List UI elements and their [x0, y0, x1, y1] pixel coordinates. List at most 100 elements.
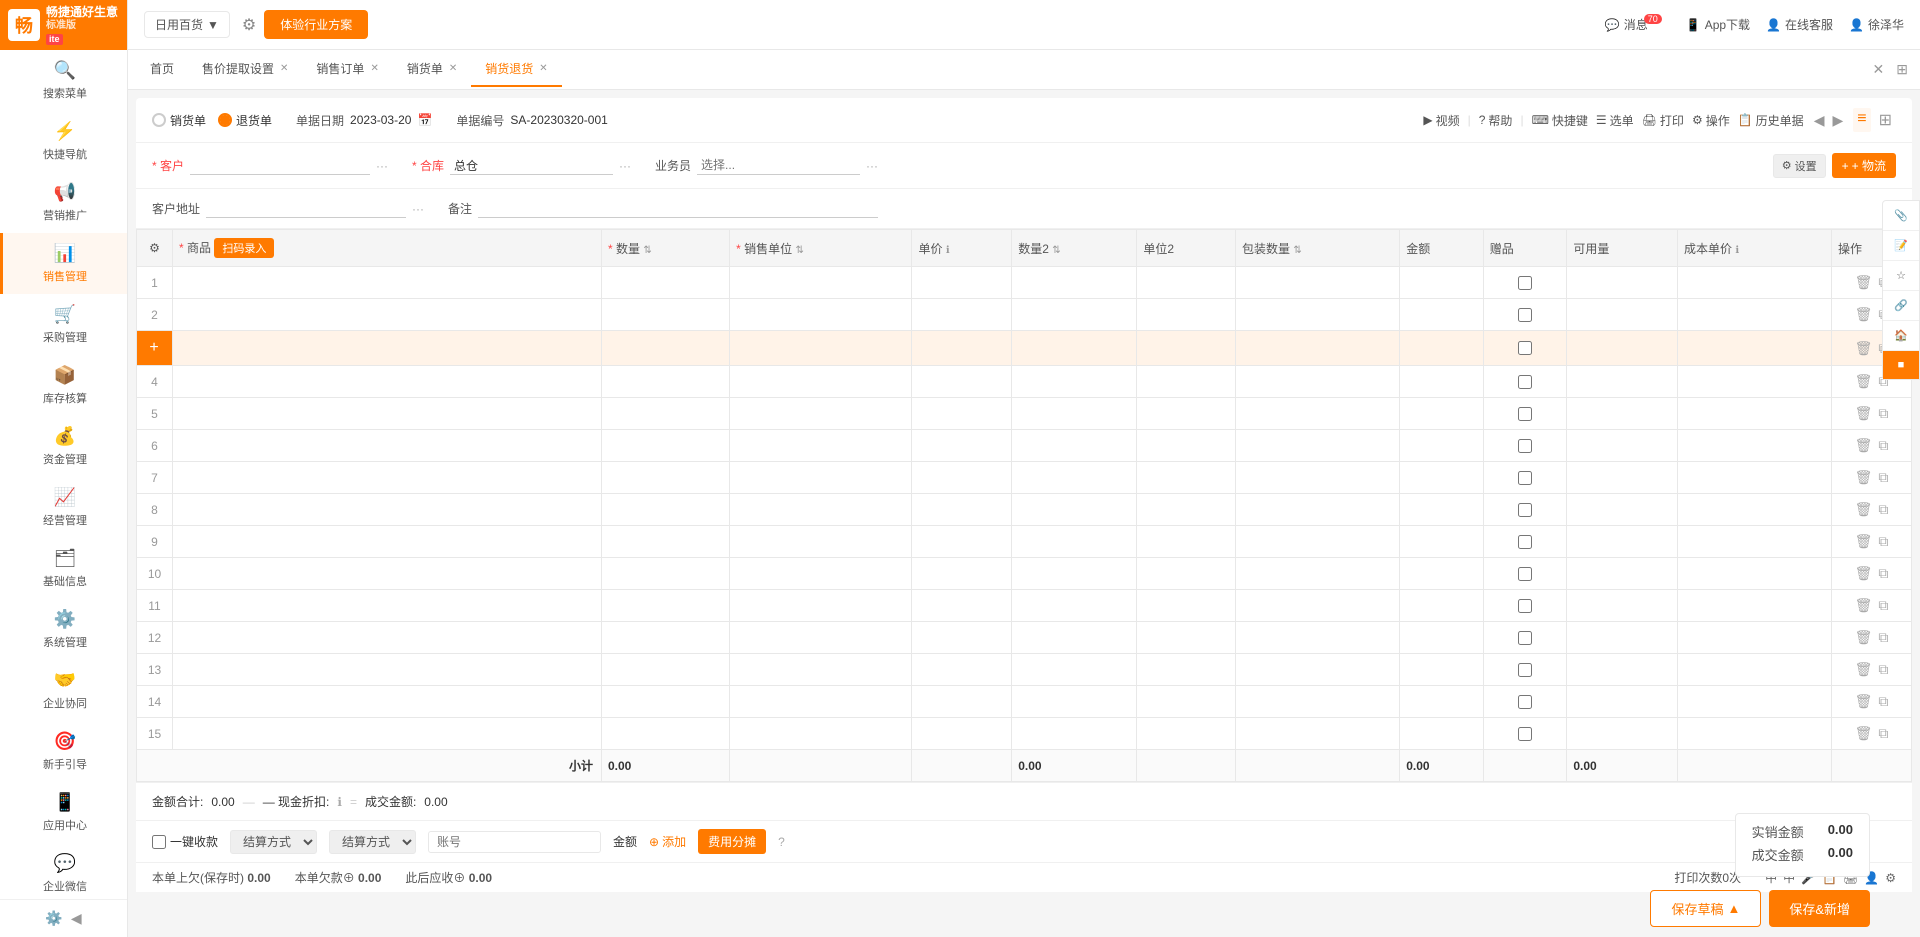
row-product-13[interactable]: [173, 654, 602, 686]
row-quantity2-1[interactable]: [1012, 267, 1137, 299]
row-unit2-5[interactable]: [1137, 398, 1236, 430]
row-cost-price-6[interactable]: [1677, 430, 1831, 462]
row-quantity-2[interactable]: [601, 299, 729, 331]
delete-row-btn-4[interactable]: 🗑: [1855, 373, 1873, 390]
row-cost-price-3[interactable]: [1677, 331, 1831, 366]
copy-row-btn-9[interactable]: ⧉: [1878, 533, 1888, 550]
salesperson-lookup-btn[interactable]: ···: [866, 159, 878, 173]
row-sales-unit-1[interactable]: [730, 267, 912, 299]
sidebar-item-wechat[interactable]: 💬 企业微信: [0, 843, 127, 899]
row-quantity2-8[interactable]: [1012, 494, 1137, 526]
row-quantity-15[interactable]: [601, 718, 729, 750]
delete-row-btn-14[interactable]: 🗑: [1855, 693, 1873, 710]
delete-row-btn-10[interactable]: 🗑: [1855, 565, 1873, 582]
delete-row-btn-7[interactable]: 🗑: [1855, 469, 1873, 486]
row-sales-unit-5[interactable]: [730, 398, 912, 430]
business-type-dropdown[interactable]: 日用百货 ▼: [144, 11, 230, 38]
row-sales-unit-8[interactable]: [730, 494, 912, 526]
row-gift-5[interactable]: [1483, 398, 1567, 430]
expense-split-btn[interactable]: 费用分摊: [698, 829, 766, 854]
row-available-6[interactable]: [1567, 430, 1678, 462]
row-product-11[interactable]: [173, 590, 602, 622]
row-available-11[interactable]: [1567, 590, 1678, 622]
add-payment-btn[interactable]: ⊕ 添加: [649, 833, 686, 850]
toolbar-select[interactable]: ☰ 选单: [1596, 112, 1634, 129]
row-cost-price-7[interactable]: [1677, 462, 1831, 494]
row-quantity2-5[interactable]: [1012, 398, 1137, 430]
row-amount-4[interactable]: [1400, 366, 1484, 398]
row-quantity2-11[interactable]: [1012, 590, 1137, 622]
row-unit-price-14[interactable]: [912, 686, 1012, 718]
row-amount-9[interactable]: [1400, 526, 1484, 558]
gift-checkbox-15[interactable]: [1518, 727, 1532, 741]
delete-row-btn-11[interactable]: 🗑: [1855, 597, 1873, 614]
sidebar-item-finance[interactable]: 💰 资金管理: [0, 416, 127, 477]
address-input[interactable]: [206, 199, 406, 218]
row-unit-price-1[interactable]: [912, 267, 1012, 299]
sort-pkg-icon[interactable]: ⇅: [1293, 245, 1301, 256]
toolbar-shortcuts[interactable]: ⌨ 快捷键: [1532, 112, 1588, 129]
row-amount-12[interactable]: [1400, 622, 1484, 654]
calendar-icon[interactable]: 📅: [417, 113, 432, 127]
row-sales-unit-4[interactable]: [730, 366, 912, 398]
gift-checkbox-9[interactable]: [1518, 535, 1532, 549]
copy-row-btn-14[interactable]: ⧉: [1878, 693, 1888, 710]
row-quantity-10[interactable]: [601, 558, 729, 590]
row-unit-price-12[interactable]: [912, 622, 1012, 654]
scroll-prev-btn[interactable]: ◀: [1812, 110, 1827, 131]
gift-checkbox-4[interactable]: [1518, 375, 1532, 389]
form-settings-btn[interactable]: ⚙ 设置: [1773, 154, 1826, 178]
copy-row-btn-7[interactable]: ⧉: [1878, 469, 1888, 486]
radio-delivery[interactable]: 销货单: [152, 112, 206, 129]
row-unit2-14[interactable]: [1137, 686, 1236, 718]
sidebar-item-marketing[interactable]: 📢 营销推广: [0, 172, 127, 233]
sidebar-item-basic[interactable]: 🗂 基础信息: [0, 538, 127, 599]
tab-price-settings-close[interactable]: ✕: [280, 63, 288, 74]
row-package-qty-12[interactable]: [1235, 622, 1399, 654]
sort-qty2-icon[interactable]: ⇅: [1052, 245, 1060, 256]
copy-row-btn-8[interactable]: ⧉: [1878, 501, 1888, 518]
row-unit2-9[interactable]: [1137, 526, 1236, 558]
row-unit-price-8[interactable]: [912, 494, 1012, 526]
row-sales-unit-6[interactable]: [730, 430, 912, 462]
salesperson-input[interactable]: [697, 156, 860, 175]
row-product-15[interactable]: [173, 718, 602, 750]
row-quantity-1[interactable]: [601, 267, 729, 299]
row-unit2-4[interactable]: [1137, 366, 1236, 398]
sidebar-item-guide[interactable]: 🎯 新手引导: [0, 721, 127, 782]
gift-checkbox-3[interactable]: [1518, 341, 1532, 355]
row-product-2[interactable]: [173, 299, 602, 331]
customer-input[interactable]: [190, 156, 370, 175]
row-amount-3[interactable]: [1400, 331, 1484, 366]
tab-sales-delivery-close[interactable]: ✕: [449, 63, 457, 74]
copy-row-btn-11[interactable]: ⧉: [1878, 597, 1888, 614]
row-unit-price-9[interactable]: [912, 526, 1012, 558]
row-available-10[interactable]: [1567, 558, 1678, 590]
one-click-checkbox[interactable]: [152, 835, 166, 849]
row-unit-price-6[interactable]: [912, 430, 1012, 462]
row-sales-unit-11[interactable]: [730, 590, 912, 622]
row-package-qty-7[interactable]: [1235, 462, 1399, 494]
tab-sales-return-close[interactable]: ✕: [539, 63, 547, 74]
row-sales-unit-2[interactable]: [730, 299, 912, 331]
delete-row-btn-13[interactable]: 🗑: [1855, 661, 1873, 678]
row-cost-price-4[interactable]: [1677, 366, 1831, 398]
sidebar-item-sales[interactable]: 📊 销售管理: [0, 233, 127, 294]
gift-checkbox-2[interactable]: [1518, 308, 1532, 322]
header-settings-icon[interactable]: ⚙: [242, 15, 256, 35]
copy-row-btn-12[interactable]: ⧉: [1878, 629, 1888, 646]
toolbar-help[interactable]: ? 帮助: [1479, 112, 1513, 129]
row-amount-15[interactable]: [1400, 718, 1484, 750]
row-amount-13[interactable]: [1400, 654, 1484, 686]
row-unit-price-4[interactable]: [912, 366, 1012, 398]
tab-sales-return[interactable]: 销货退货 ✕: [471, 52, 561, 87]
row-product-12[interactable]: [173, 622, 602, 654]
radio-return[interactable]: 退货单: [218, 112, 272, 129]
sidebar-item-shortcuts[interactable]: ⚡ 快捷导航: [0, 111, 127, 172]
tab-sales-delivery[interactable]: 销货单 ✕: [393, 52, 471, 87]
row-available-5[interactable]: [1567, 398, 1678, 430]
discount-info-icon[interactable]: ℹ: [337, 795, 342, 809]
online-service-btn[interactable]: 👤 在线客服: [1766, 16, 1833, 33]
copy-row-btn-15[interactable]: ⧉: [1878, 725, 1888, 742]
row-sales-unit-7[interactable]: [730, 462, 912, 494]
